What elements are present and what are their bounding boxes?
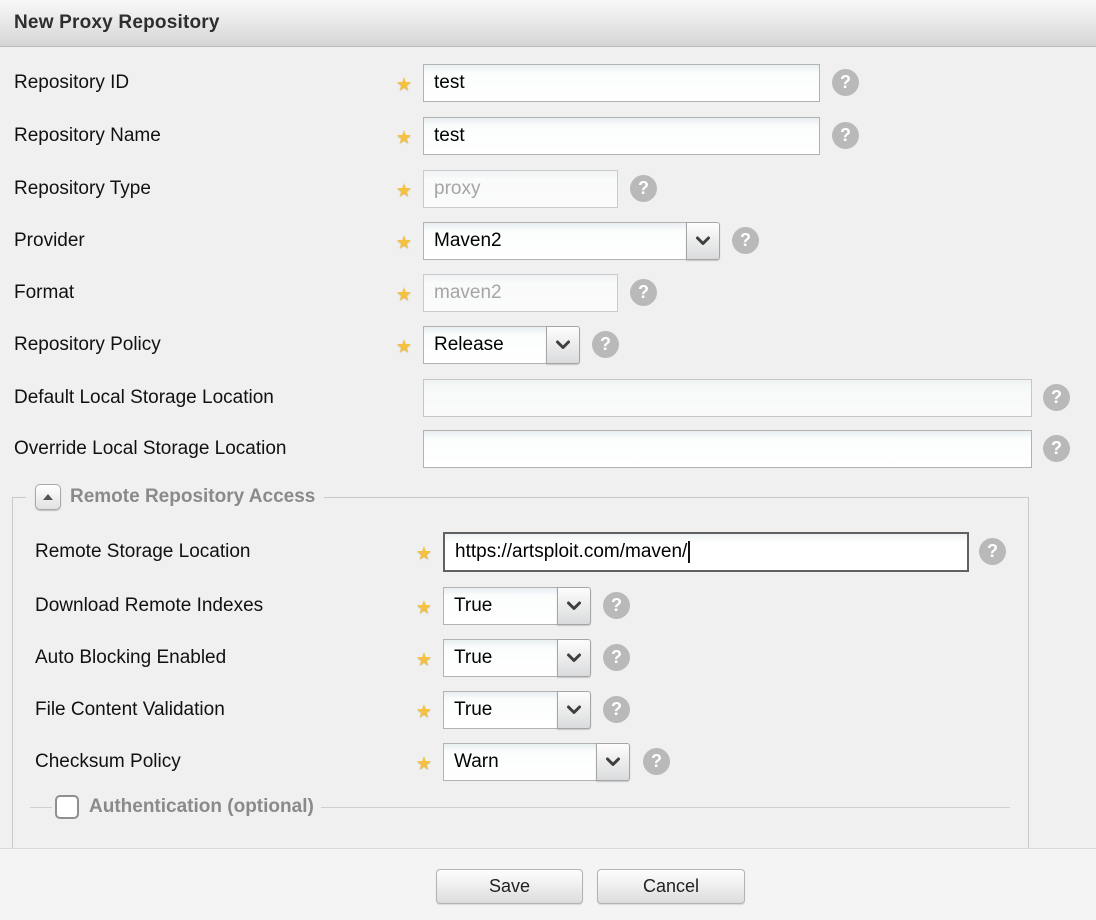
field-label-override-storage: Override Local Storage Location [14,438,287,459]
repository-id-input[interactable] [423,64,820,102]
field-label-format: Format [14,282,75,303]
format-input [423,274,618,312]
help-icon[interactable]: ? [1043,435,1070,462]
chevron-down-icon[interactable] [557,691,591,729]
field-label-repository-name: Repository Name [14,125,161,146]
help-icon[interactable]: ? [592,331,619,358]
help-icon[interactable]: ? [603,696,630,723]
field-label-repository-policy: Repository Policy [14,334,161,355]
repository-policy-select[interactable]: Release [423,326,580,364]
chevron-down-icon[interactable] [557,587,591,625]
field-label-auto-blocking: Auto Blocking Enabled [35,647,227,668]
override-storage-input[interactable] [423,430,1032,468]
required-star-icon: ★ [415,597,433,617]
save-button[interactable]: Save [436,869,583,904]
provider-select[interactable]: Maven2 [423,222,720,260]
collapse-remote-access-button[interactable] [35,484,61,510]
cancel-button[interactable]: Cancel [597,869,745,904]
auto-blocking-select-value: True [443,639,557,677]
repository-name-input[interactable] [423,117,820,155]
remote-access-legend-text: Remote Repository Access [70,486,316,507]
required-star-icon: ★ [395,284,413,304]
help-icon[interactable]: ? [603,644,630,671]
checksum-policy-select-value: Warn [443,743,596,781]
fieldset-line [30,806,52,808]
required-star-icon: ★ [395,232,413,252]
text-cursor [688,541,691,563]
footer-toolbar: Save Cancel [0,848,1096,920]
checksum-policy-select[interactable]: Warn [443,743,630,781]
default-storage-input [423,379,1032,417]
field-label-remote-storage: Remote Storage Location [35,541,251,562]
authentication-checkbox[interactable] [55,795,79,819]
collapse-icon [43,494,53,500]
file-validation-select-value: True [443,691,557,729]
required-star-icon: ★ [395,180,413,200]
field-label-repository-id: Repository ID [14,72,130,93]
chevron-down-icon[interactable] [596,743,630,781]
repository-policy-select-value: Release [423,326,546,364]
remote-storage-input[interactable]: https://artsploit.com/maven/ [443,532,969,572]
help-icon[interactable]: ? [603,592,630,619]
help-icon[interactable]: ? [832,122,859,149]
chevron-down-icon[interactable] [546,326,580,364]
panel-header: New Proxy Repository [0,0,1096,47]
required-star-icon: ★ [395,127,413,147]
remote-storage-input-value: https://artsploit.com/maven/ [455,541,688,562]
field-label-repository-type: Repository Type [14,178,151,199]
auto-blocking-select[interactable]: True [443,639,591,677]
required-star-icon: ★ [415,649,433,669]
authentication-legend-text: Authentication (optional) [89,796,314,817]
required-star-icon: ★ [395,74,413,94]
field-label-checksum-policy: Checksum Policy [35,751,181,772]
authentication-fieldset-legend: Authentication (optional) [30,794,1010,820]
help-icon[interactable]: ? [1043,384,1070,411]
required-star-icon: ★ [415,543,433,563]
help-icon[interactable]: ? [630,279,657,306]
required-star-icon: ★ [395,336,413,356]
help-icon[interactable]: ? [832,69,859,96]
chevron-down-icon[interactable] [557,639,591,677]
help-icon[interactable]: ? [732,227,759,254]
field-label-default-storage: Default Local Storage Location [14,387,274,408]
remote-access-legend: Remote Repository Access [26,482,325,512]
fieldset-line [320,806,1010,808]
help-icon[interactable]: ? [979,538,1006,565]
field-label-file-validation: File Content Validation [35,699,225,720]
chevron-down-icon[interactable] [686,222,720,260]
help-icon[interactable]: ? [630,175,657,202]
help-icon[interactable]: ? [643,748,670,775]
required-star-icon: ★ [415,701,433,721]
download-indexes-select[interactable]: True [443,587,591,625]
page-title: New Proxy Repository [14,12,220,33]
field-label-download-indexes: Download Remote Indexes [35,595,264,616]
provider-select-value: Maven2 [423,222,686,260]
required-star-icon: ★ [415,753,433,773]
download-indexes-select-value: True [443,587,557,625]
field-label-provider: Provider [14,230,85,251]
repository-type-input [423,170,618,208]
file-validation-select[interactable]: True [443,691,591,729]
